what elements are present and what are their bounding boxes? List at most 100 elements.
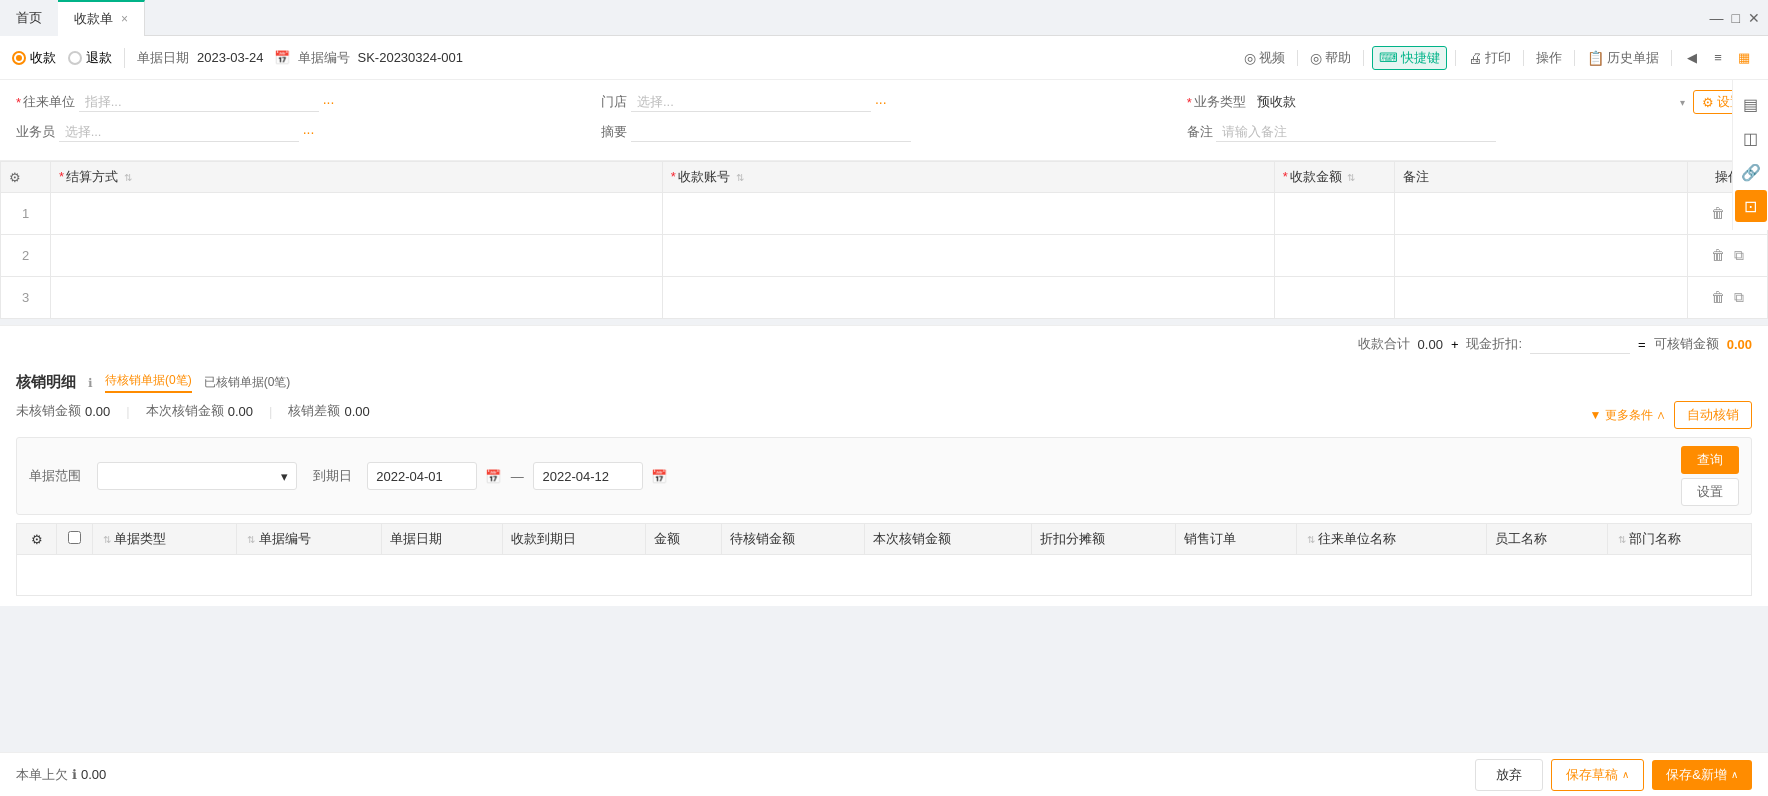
sidebar-icon-2[interactable]: ◫ xyxy=(1735,122,1767,154)
summary-input[interactable] xyxy=(631,122,911,142)
business-type-dropdown-icon[interactable]: ▾ xyxy=(1680,97,1685,108)
tab-collection[interactable]: 收款单 × xyxy=(58,0,145,36)
row-2-settlement[interactable] xyxy=(51,235,663,277)
history-icon: 📋 xyxy=(1587,50,1604,66)
table-settings-icon[interactable]: ⚙ xyxy=(9,170,21,185)
bottom-col-pending-header: 待核销金额 xyxy=(721,524,865,555)
row-3-delete-icon[interactable]: 🗑 xyxy=(1711,289,1725,305)
sidebar-icon-3[interactable]: 🔗 xyxy=(1735,156,1767,188)
tab-home[interactable]: 首页 xyxy=(0,0,58,36)
window-close-icon[interactable]: ✕ xyxy=(1748,10,1760,26)
type-sort-icon[interactable]: ⇅ xyxy=(103,534,111,545)
business-type-value: 预收款 xyxy=(1257,93,1296,111)
abandon-button[interactable]: 放弃 xyxy=(1475,759,1543,791)
history-btn[interactable]: 📋 历史单据 xyxy=(1583,47,1663,69)
video-label: 视频 xyxy=(1259,49,1285,67)
radio-collection[interactable]: 收款 xyxy=(12,49,56,67)
home-tab-label: 首页 xyxy=(16,9,42,27)
header-toolbar: 收款 退款 单据日期 2023-03-24 📅 单据编号 SK-20230324… xyxy=(0,36,1768,80)
col-remark-header: 备注 xyxy=(1394,162,1687,193)
sidebar-icon-4[interactable]: ⊡ xyxy=(1735,190,1767,222)
auto-verify-button[interactable]: 自动核销 xyxy=(1674,401,1752,429)
range-select[interactable]: ▾ xyxy=(97,462,297,490)
more-conditions-btn[interactable]: ▼ 更多条件 ∧ xyxy=(1589,407,1666,424)
bottom-col-settings-header[interactable]: ⚙ xyxy=(17,524,57,555)
shortcut-icon: ⌨ xyxy=(1379,50,1398,65)
video-btn[interactable]: ◎ 视频 xyxy=(1240,47,1289,69)
window-min-icon[interactable]: — xyxy=(1710,10,1724,26)
prev-view-btn[interactable]: ◀ xyxy=(1680,46,1704,70)
store-ellipsis[interactable]: ··· xyxy=(875,94,887,110)
col-settings-header[interactable]: ⚙ xyxy=(1,162,51,193)
row-2-copy-icon[interactable]: ⧉ xyxy=(1734,247,1744,263)
toolbar-right: ◎ 视频 ◎ 帮助 ⌨ 快捷键 🖨 打印 操作 📋 历史单据 ◀ ≡ xyxy=(1240,46,1756,70)
date-from-icon[interactable]: 📅 xyxy=(485,469,501,484)
grid-view-btn[interactable]: ▦ xyxy=(1732,46,1756,70)
bottom-settings-icon[interactable]: ⚙ xyxy=(31,532,43,547)
partner-sort-icon[interactable]: ⇅ xyxy=(1307,534,1315,545)
query-button[interactable]: 查询 xyxy=(1681,446,1739,474)
account-sort-icon[interactable]: ⇅ xyxy=(736,172,744,183)
verify-tab-done[interactable]: 已核销单据(0笔) xyxy=(204,374,291,391)
number-sort-icon[interactable]: ⇅ xyxy=(247,534,255,545)
staff-field: 业务员 ··· xyxy=(16,122,581,142)
help-btn[interactable]: ◎ 帮助 xyxy=(1306,47,1355,69)
date-label: 单据日期 xyxy=(137,49,189,67)
discount-input[interactable] xyxy=(1530,334,1630,354)
footer-value: 0.00 xyxy=(81,767,106,782)
calendar-icon[interactable]: 📅 xyxy=(274,50,290,65)
sidebar-icon-1[interactable]: ▤ xyxy=(1735,88,1767,120)
store-input[interactable] xyxy=(631,92,871,112)
row-3-settlement[interactable] xyxy=(51,277,663,319)
verify-header: 核销明细 ℹ 待核销单据(0笔) 已核销单据(0笔) xyxy=(16,372,1752,393)
date-dash: — xyxy=(507,469,527,484)
save-new-button[interactable]: 保存&新增 ∧ xyxy=(1652,760,1752,790)
bottom-col-due-date-header: 收款到期日 xyxy=(502,524,646,555)
tab-close-icon[interactable]: × xyxy=(121,12,128,26)
settlement-sort-icon[interactable]: ⇅ xyxy=(124,172,132,183)
row-2-delete-icon[interactable]: 🗑 xyxy=(1711,247,1725,263)
row-3-remark[interactable] xyxy=(1394,277,1687,319)
row-2-amount[interactable] xyxy=(1274,235,1394,277)
store-sort-icon[interactable]: ⇅ xyxy=(1618,534,1626,545)
unverified-stat: 未核销金额 0.00 xyxy=(16,402,110,420)
row-3-amount[interactable] xyxy=(1274,277,1394,319)
row-3-copy-icon[interactable]: ⧉ xyxy=(1734,289,1744,305)
staff-input[interactable] xyxy=(59,122,299,142)
date-to-icon[interactable]: 📅 xyxy=(651,469,667,484)
operation-btn[interactable]: 操作 xyxy=(1532,47,1566,69)
select-all-checkbox[interactable] xyxy=(68,531,81,544)
row-1-settlement[interactable] xyxy=(51,193,663,235)
unverified-label: 未核销金额 xyxy=(16,402,81,420)
list-view-btn[interactable]: ≡ xyxy=(1706,46,1730,70)
row-1-delete-icon[interactable]: 🗑 xyxy=(1711,205,1725,221)
date-from-input[interactable] xyxy=(367,462,477,490)
help-label: 帮助 xyxy=(1325,49,1351,67)
partner-ellipsis[interactable]: ··· xyxy=(323,94,335,110)
staff-ellipsis[interactable]: ··· xyxy=(303,124,315,140)
save-draft-button[interactable]: 保存草稿 ∧ xyxy=(1551,759,1644,791)
row-3-account[interactable] xyxy=(662,277,1274,319)
row-1-remark[interactable] xyxy=(1394,193,1687,235)
row-2-account[interactable] xyxy=(662,235,1274,277)
shortcut-btn[interactable]: ⌨ 快捷键 xyxy=(1372,46,1447,70)
save-draft-label: 保存草稿 xyxy=(1566,766,1618,784)
row-1-amount[interactable] xyxy=(1274,193,1394,235)
row-2-remark[interactable] xyxy=(1394,235,1687,277)
due-date-filter: 到期日 📅 — 📅 xyxy=(313,462,668,490)
row-num-2: 2 xyxy=(1,235,51,277)
verify-info-icon[interactable]: ℹ xyxy=(88,376,93,390)
staff-label: 业务员 xyxy=(16,123,55,141)
verify-tab-pending[interactable]: 待核销单据(0笔) xyxy=(105,372,192,393)
partner-input[interactable] xyxy=(79,92,319,112)
row-1-account[interactable] xyxy=(662,193,1274,235)
footer-info-icon[interactable]: ℹ xyxy=(72,767,77,782)
date-to-input[interactable] xyxy=(533,462,643,490)
remark-input[interactable] xyxy=(1216,122,1496,142)
filter-settings-button[interactable]: 设置 xyxy=(1681,478,1739,506)
print-btn[interactable]: 🖨 打印 xyxy=(1464,47,1515,69)
due-date-label: 到期日 xyxy=(313,467,352,485)
radio-refund[interactable]: 退款 xyxy=(68,49,112,67)
window-max-icon[interactable]: □ xyxy=(1732,10,1740,26)
amount-sort-icon[interactable]: ⇅ xyxy=(1347,172,1355,183)
